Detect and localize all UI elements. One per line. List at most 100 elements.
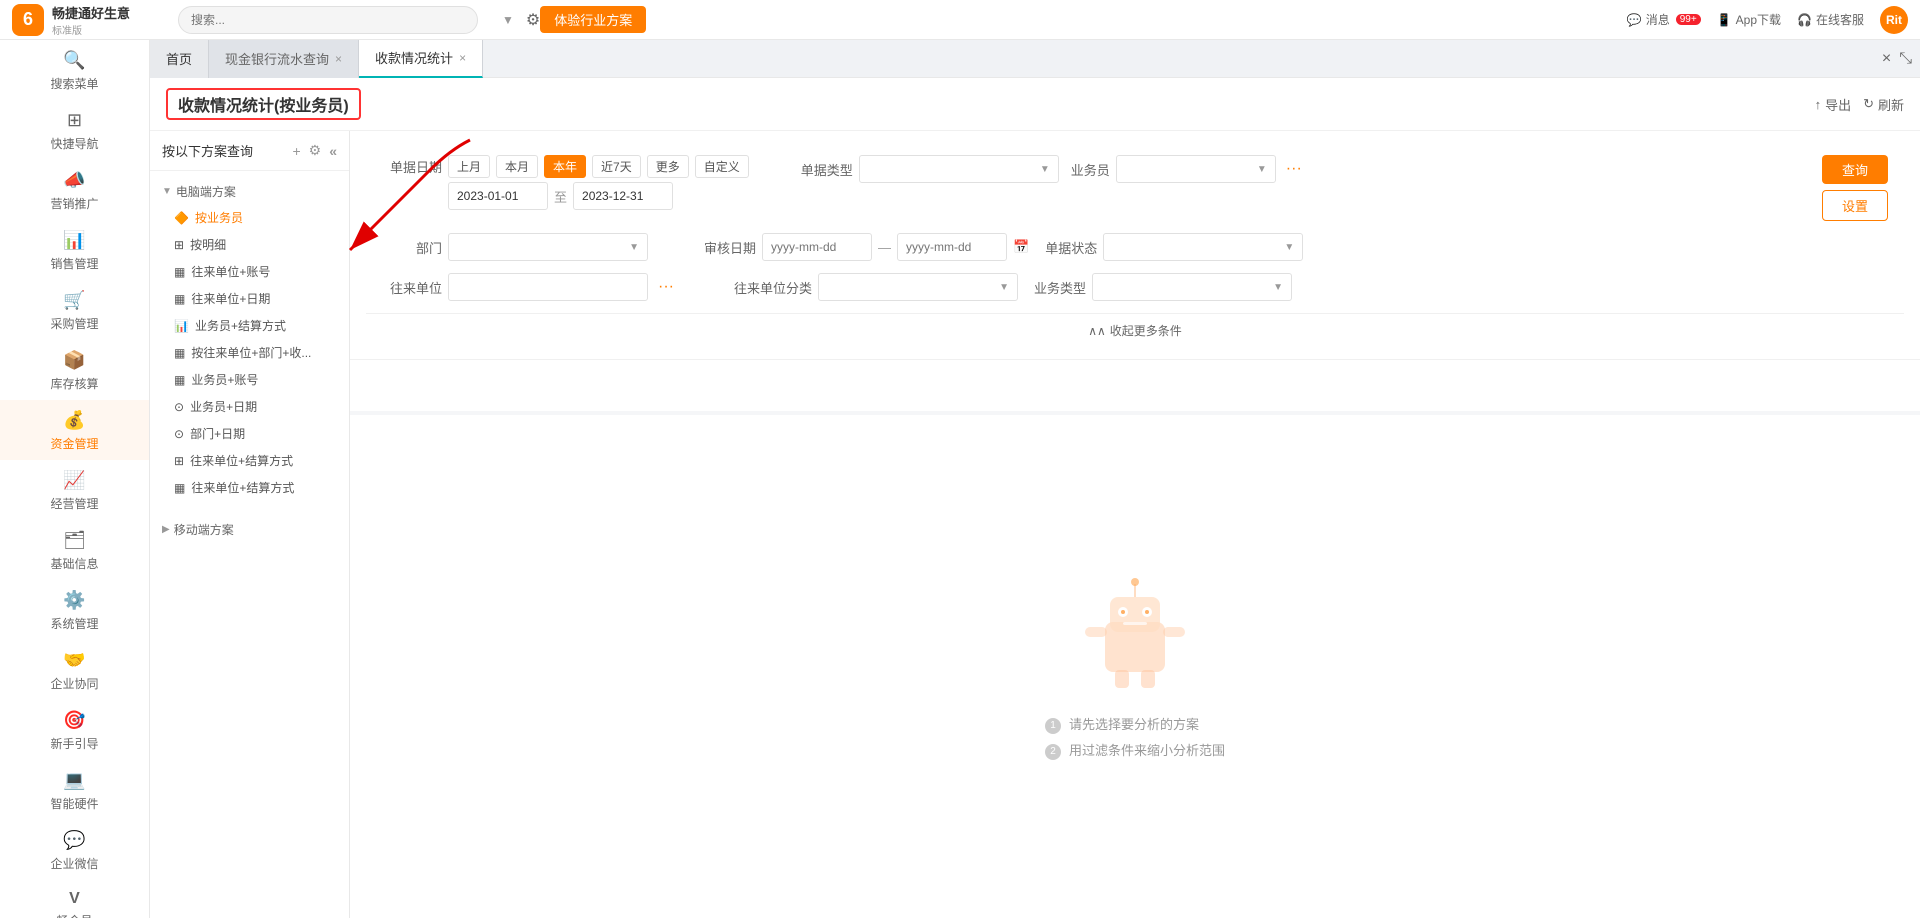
- dept-select[interactable]: ▼: [448, 233, 648, 261]
- date-this-year-btn[interactable]: 本年: [544, 155, 586, 178]
- salesman-more-btn[interactable]: ···: [1282, 160, 1306, 178]
- desktop-group-arrow: ▼: [162, 186, 172, 197]
- scheme-item-label: 往来单位+结算方式: [191, 479, 294, 496]
- collapse-bar[interactable]: ∧∧ 收起更多条件: [366, 313, 1904, 347]
- mobile-group-label: 移动端方案: [174, 521, 234, 538]
- mobile-group-header[interactable]: ▶ 移动端方案: [150, 517, 349, 542]
- app-download-btn[interactable]: 📱 App下载: [1717, 11, 1781, 28]
- sidebar-item-basic-info[interactable]: 🗂 基础信息: [0, 520, 149, 580]
- tab-bar-actions: × ⤡: [1882, 50, 1920, 68]
- layout: 🔍 搜索菜单 ⊞ 快捷导航 📣 营销推广 📊 销售管理 🛒 采购管理 📦 库存核…: [0, 40, 1920, 918]
- sidebar-item-operation[interactable]: 📈 经营管理: [0, 460, 149, 520]
- scheme-item-label: 往来单位+结算方式: [190, 452, 293, 469]
- date-last-7-btn[interactable]: 近7天: [592, 155, 641, 178]
- page-header-actions: ↑ 导出 ↻ 刷新: [1815, 95, 1904, 114]
- sidebar-item-member[interactable]: V 畅会员: [0, 880, 149, 918]
- scheme-item-unit-settle2[interactable]: ▦ 往来单位+结算方式: [150, 474, 349, 501]
- date-this-month-btn[interactable]: 本月: [496, 155, 538, 178]
- scheme-item-unit-account[interactable]: ▦ 往来单位+账号: [150, 258, 349, 285]
- scheme-item-dept-date[interactable]: ⊙ 部门+日期: [150, 420, 349, 447]
- tab-bank-flow[interactable]: 现金银行流水查询 ×: [209, 40, 359, 78]
- sidebar-item-system[interactable]: ⚙️ 系统管理: [0, 580, 149, 640]
- review-to-input[interactable]: [897, 233, 1007, 261]
- sidebar-item-search-menu[interactable]: 🔍 搜索菜单: [0, 40, 149, 100]
- sidebar-item-guide[interactable]: 🎯 新手引导: [0, 700, 149, 760]
- doc-type-select[interactable]: ▼: [859, 155, 1059, 183]
- partner-category-select[interactable]: ▼: [818, 273, 1018, 301]
- sidebar-item-sales[interactable]: 📊 销售管理: [0, 220, 149, 280]
- date-options: 上月 本月 本年 近7天 更多 自定义: [448, 155, 749, 178]
- user-avatar[interactable]: Rit: [1880, 6, 1908, 34]
- scheme-item-salesman-account[interactable]: ▦ 业务员+账号: [150, 366, 349, 393]
- scheme-item-salesman-method[interactable]: 📊 业务员+结算方式: [150, 312, 349, 339]
- date-more-btn[interactable]: 更多: [647, 155, 689, 178]
- sidebar-item-label: 基础信息: [50, 555, 98, 572]
- tab-collection-stats[interactable]: 收款情况统计 ×: [359, 40, 483, 78]
- sidebar-item-finance[interactable]: 💰 资金管理: [0, 400, 149, 460]
- doc-status-select[interactable]: ▼: [1103, 233, 1303, 261]
- filter-section-main: 单据日期 上月 本月 本年 近7天 更多 自定义: [350, 131, 1920, 360]
- date-custom-btn[interactable]: 自定义: [695, 155, 749, 178]
- date-from-input[interactable]: [448, 182, 548, 210]
- partner-select[interactable]: [448, 273, 648, 301]
- review-date-calendar-icon[interactable]: 📅: [1013, 239, 1029, 255]
- top-bar-actions: 💬 消息 99+ 📱 App下载 🎧 在线客服 Rit: [1627, 6, 1908, 34]
- biz-type-select[interactable]: ▼: [1092, 273, 1292, 301]
- messages-btn[interactable]: 💬 消息 99+: [1627, 11, 1701, 28]
- scheme-add-btn[interactable]: +: [292, 143, 300, 159]
- scheme-item-label: 业务员+账号: [191, 371, 258, 388]
- dropdown-arrow[interactable]: ▼: [502, 13, 514, 27]
- partner-more-btn[interactable]: ···: [654, 278, 678, 296]
- scheme-item-unit-dept-collect[interactable]: ▦ 按往来单位+部门+收...: [150, 339, 349, 366]
- scheme-collapse-btn[interactable]: «: [329, 143, 337, 159]
- sidebar-item-inventory[interactable]: 📦 库存核算: [0, 340, 149, 400]
- sidebar-item-marketing[interactable]: 📣 营销推广: [0, 160, 149, 220]
- dept-filter: 部门 ▼: [382, 233, 648, 261]
- scheme-item-label: 按往来单位+部门+收...: [191, 344, 311, 361]
- search-input[interactable]: [178, 6, 478, 34]
- tab-home[interactable]: 首页: [150, 40, 209, 78]
- tab-bank-flow-close-icon[interactable]: ×: [335, 52, 342, 66]
- filter-settings-btn[interactable]: 设置: [1822, 190, 1888, 221]
- collapse-label: 收起更多条件: [1110, 322, 1182, 339]
- sidebar-item-wechat[interactable]: 💬 企业微信: [0, 820, 149, 880]
- date-to-input[interactable]: [573, 182, 673, 210]
- sidebar-item-smart-hw[interactable]: 💻 智能硬件: [0, 760, 149, 820]
- mobile-group-arrow: ▶: [162, 524, 170, 535]
- salesman-select[interactable]: ▼: [1116, 155, 1276, 183]
- sidebar-item-quick-nav[interactable]: ⊞ 快捷导航: [0, 100, 149, 160]
- sidebar-item-enterprise[interactable]: 🤝 企业协同: [0, 640, 149, 700]
- desktop-group-header[interactable]: ▼ 电脑端方案: [150, 179, 349, 204]
- sidebar-item-label: 资金管理: [50, 435, 98, 452]
- tab-collection-stats-close-icon[interactable]: ×: [459, 51, 466, 65]
- query-btn[interactable]: 查询: [1822, 155, 1888, 184]
- review-from-input[interactable]: [762, 233, 872, 261]
- tab-close-all-icon[interactable]: ×: [1882, 50, 1891, 68]
- scheme-item-salesman-date[interactable]: ⊙ 业务员+日期: [150, 393, 349, 420]
- refresh-btn[interactable]: ↻ 刷新: [1863, 95, 1904, 114]
- scheme-item-unit-settle[interactable]: ⊞ 往来单位+结算方式: [150, 447, 349, 474]
- sidebar-item-label: 销售管理: [50, 255, 98, 272]
- scheme-item-by-salesman[interactable]: 🔶 按业务员: [150, 204, 349, 231]
- gear-icon[interactable]: ⚙: [526, 10, 540, 30]
- scheme-gear-btn[interactable]: ⚙: [309, 142, 322, 159]
- sidebar-item-label: 经营管理: [50, 495, 98, 512]
- scheme-item-by-detail[interactable]: ⊞ 按明细: [150, 231, 349, 258]
- sidebar-item-purchase[interactable]: 🛒 采购管理: [0, 280, 149, 340]
- trial-btn[interactable]: 体验行业方案: [540, 6, 646, 33]
- sidebar-item-label: 采购管理: [50, 315, 98, 332]
- marketing-icon: 📣: [63, 170, 85, 191]
- tab-expand-icon[interactable]: ⤡: [1899, 50, 1912, 68]
- tab-collection-stats-label: 收款情况统计: [375, 48, 453, 67]
- sidebar-item-label: 系统管理: [50, 615, 98, 632]
- guide-icon: 🎯: [63, 710, 85, 731]
- empty-result-area: 请先选择要分析的方案 用过滤条件来缩小分析范围: [350, 415, 1920, 918]
- scheme-item-icon-unit-account: ▦: [174, 265, 185, 279]
- scheme-item-icon-unit-settle2: ▦: [174, 481, 185, 495]
- date-prev-month-btn[interactable]: 上月: [448, 155, 490, 178]
- online-service-btn[interactable]: 🎧 在线客服: [1797, 11, 1864, 28]
- finance-icon: 💰: [63, 410, 85, 431]
- system-icon: ⚙️: [63, 590, 85, 611]
- export-btn[interactable]: ↑ 导出: [1815, 95, 1852, 114]
- scheme-item-unit-date[interactable]: ▦ 往来单位+日期: [150, 285, 349, 312]
